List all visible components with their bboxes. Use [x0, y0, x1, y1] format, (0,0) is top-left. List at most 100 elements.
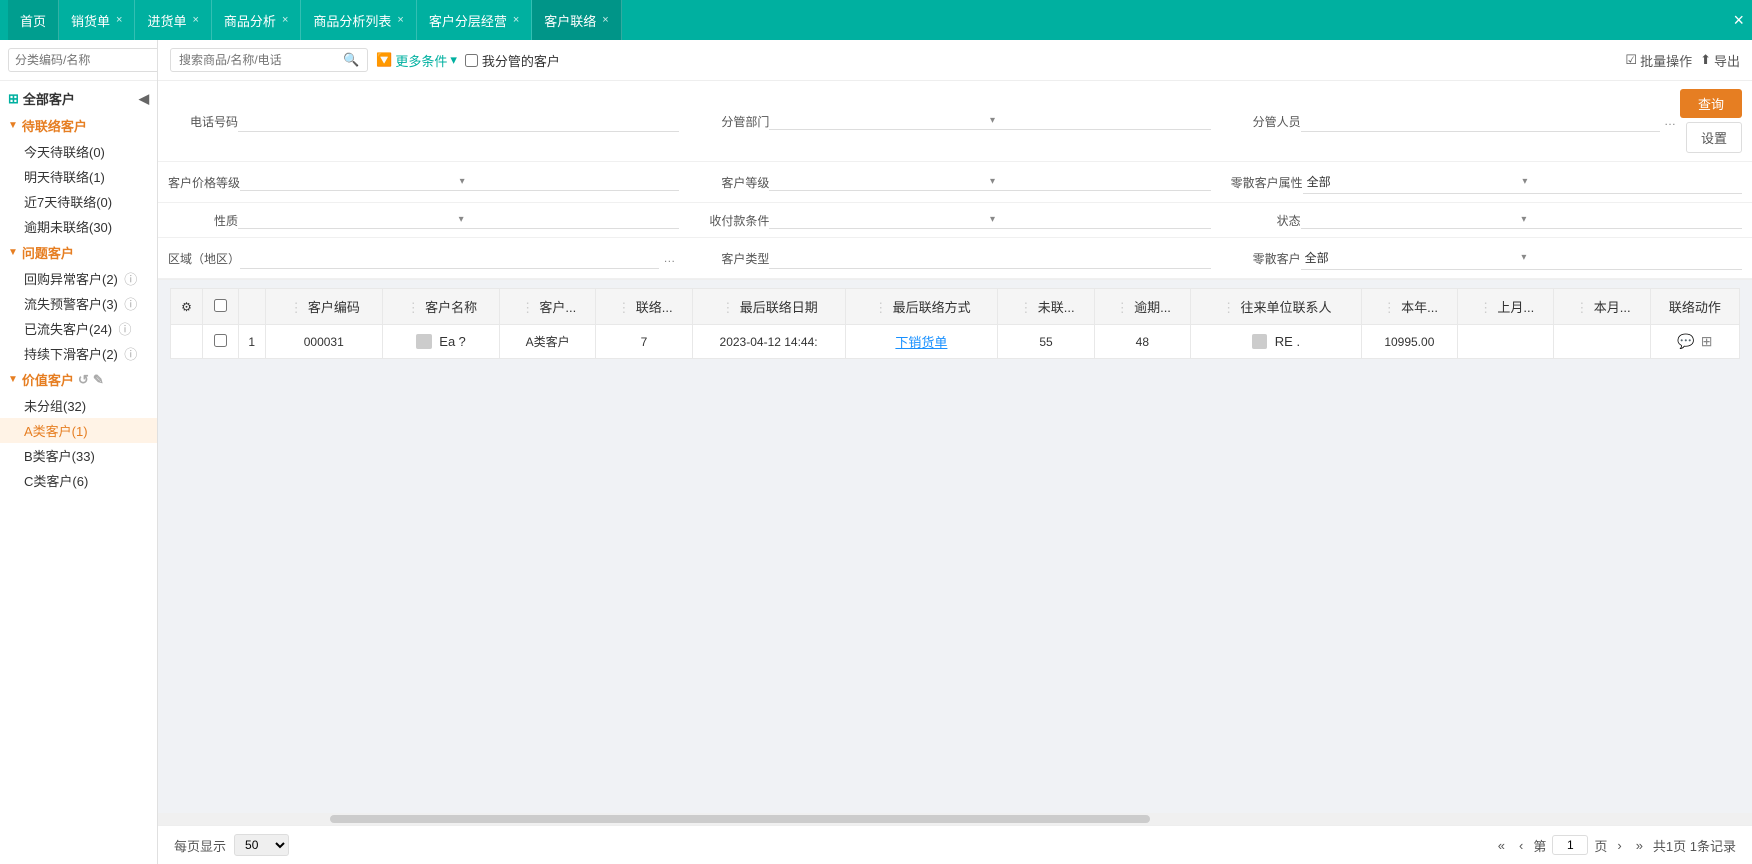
batch-operation-btn[interactable]: ☑ 批量操作	[1625, 51, 1692, 70]
sidebar-search-input[interactable]	[8, 48, 158, 72]
td-type: A类客户	[500, 325, 596, 359]
first-page-btn[interactable]: «	[1494, 836, 1509, 855]
th-name[interactable]: ⋮ 客户名称	[382, 289, 499, 325]
set-button[interactable]: 设置	[1686, 122, 1742, 153]
th-this-year[interactable]: ⋮ 本年...	[1361, 289, 1457, 325]
sidebar-item-7days-contact[interactable]: 近7天待联络(0)	[0, 189, 157, 214]
per-page-label: 每页显示	[174, 836, 226, 855]
filter-more-conditions[interactable]: 🔽 更多条件 ▾	[376, 51, 457, 70]
nav-tab-sales[interactable]: 销货单 ×	[59, 0, 135, 40]
sidebar-item-tomorrow-contact[interactable]: 明天待联络(1)	[0, 164, 157, 189]
nav-tab-customer-contact[interactable]: 客户联络 ×	[532, 0, 621, 40]
sidebar-item-unclassified[interactable]: 未分组(32)	[0, 393, 157, 418]
th-contact[interactable]: ⋮ 联络...	[596, 289, 692, 325]
close-sales-tab[interactable]: ×	[116, 14, 122, 26]
filter-input-manager[interactable]	[1301, 111, 1660, 132]
filter-select-status[interactable]: ▾	[1301, 211, 1742, 229]
refresh-icon[interactable]: ↺	[78, 372, 89, 388]
th-settings[interactable]: ⚙	[171, 289, 203, 325]
filter-select-retail-customer[interactable]: 全部 ▾	[1301, 246, 1742, 270]
th-last-month[interactable]: ⋮ 上月...	[1458, 289, 1554, 325]
chat-action-icon[interactable]: 💬	[1677, 333, 1694, 350]
total-info: 共1页 1条记录	[1653, 836, 1736, 855]
filter-select-customer-level[interactable]: ▾	[769, 173, 1210, 191]
my-customer-checkbox[interactable]	[465, 54, 478, 67]
chevron-down-retail-customer: ▾	[1521, 252, 1738, 263]
filter-cell-retail-customer: 零散客户 全部 ▾	[1221, 238, 1752, 279]
export-btn[interactable]: ⬆ 导出	[1700, 51, 1740, 70]
last-page-btn[interactable]: »	[1632, 836, 1647, 855]
th-overdue[interactable]: ⋮ 逾期...	[1094, 289, 1190, 325]
th-type[interactable]: ⋮ 客户...	[500, 289, 596, 325]
per-page-select[interactable]: 50 100 200	[234, 834, 289, 856]
td-no-contact: 55	[998, 325, 1094, 359]
filter-cell-price-level: 客户价格等级 ▾	[158, 162, 689, 203]
sidebar-item-today-contact[interactable]: 今天待联络(0)	[0, 139, 157, 164]
my-customer-checkbox-label[interactable]: 我分管的客户	[465, 51, 560, 70]
page-input[interactable]	[1552, 835, 1588, 855]
close-customer-contact-tab[interactable]: ×	[602, 14, 608, 26]
query-button[interactable]: 查询	[1680, 89, 1742, 118]
sidebar-group-value[interactable]: ▼ 价值客户 ↺ ✎	[0, 366, 157, 393]
filter-search-icon[interactable]: 🔍	[343, 52, 359, 68]
last-method-link[interactable]: 下销货单	[895, 335, 947, 350]
sidebar-item-lost-customer[interactable]: 已流失客户(24) ⓘ	[0, 316, 157, 341]
sidebar-item-b-class[interactable]: B类客户(33)	[0, 443, 157, 468]
filter-select-price-level[interactable]: ▾	[240, 173, 679, 191]
th-code[interactable]: ⋮ 客户编码	[265, 289, 382, 325]
filter-input-region[interactable]	[240, 248, 659, 269]
sidebar-group-pending[interactable]: ▼ 待联络客户	[0, 112, 157, 139]
close-purchase-tab[interactable]: ×	[192, 14, 198, 26]
sidebar-item-c-class[interactable]: C类客户(6)	[0, 468, 157, 493]
nav-tab-goods-list[interactable]: 商品分析列表 ×	[301, 0, 416, 40]
prev-page-btn[interactable]: ‹	[1515, 836, 1527, 855]
td-checkbox	[203, 325, 239, 359]
filter-search-input[interactable]	[179, 53, 339, 67]
th-unit-contact[interactable]: ⋮ 往来单位联系人	[1191, 289, 1362, 325]
sidebar-item-a-class[interactable]: A类客户(1)	[0, 418, 157, 443]
nav-tab-purchase[interactable]: 进货单 ×	[135, 0, 211, 40]
scroll-thumb[interactable]	[330, 815, 1150, 823]
close-goods-analysis-tab[interactable]: ×	[282, 14, 288, 26]
horizontal-scrollbar[interactable]	[158, 813, 1752, 825]
nav-tab-home[interactable]: 首页	[8, 0, 59, 40]
sidebar-group-problem[interactable]: ▼ 问题客户	[0, 239, 157, 266]
filter-input-phone[interactable]	[238, 111, 679, 132]
filter-cell-dept: 分管部门 ▾	[689, 81, 1220, 162]
filter-input-customer-type[interactable]	[769, 248, 1210, 269]
close-goods-list-tab[interactable]: ×	[397, 14, 403, 26]
select-all-checkbox[interactable]	[214, 299, 227, 312]
filter-select-nature[interactable]: ▾	[238, 211, 679, 229]
dots-manager[interactable]: …	[1660, 114, 1680, 128]
filter-cell-phone: 电话号码	[158, 81, 689, 162]
edit-icon[interactable]: ✎	[93, 372, 104, 388]
filter-select-retail-attr[interactable]: 全部 ▾	[1303, 170, 1742, 194]
close-all-tabs[interactable]: ×	[1733, 10, 1744, 31]
sidebar-all-customers[interactable]: ⊞ 全部客户 ◀	[0, 81, 157, 112]
th-this-month[interactable]: ⋮ 本月...	[1554, 289, 1650, 325]
dots-region[interactable]: …	[659, 251, 679, 265]
filter-bar: 🔍 🔽 更多条件 ▾ 我分管的客户 ☑ 批量操作 ⬆ 导出	[158, 40, 1752, 81]
filter-label-manager: 分管人员	[1231, 113, 1301, 130]
nav-tab-customer-layer[interactable]: 客户分层经营 ×	[417, 0, 532, 40]
sidebar-item-overdue-contact[interactable]: 逾期未联络(30)	[0, 214, 157, 239]
col-resize-name: ⋮	[407, 300, 420, 315]
row-checkbox[interactable]	[214, 334, 227, 347]
nav-tab-goods-analysis[interactable]: 商品分析 ×	[212, 0, 301, 40]
close-customer-layer-tab[interactable]: ×	[513, 14, 519, 26]
th-last-method[interactable]: ⋮ 最后联络方式	[845, 289, 998, 325]
next-page-btn[interactable]: ›	[1613, 836, 1625, 855]
filter-select-payment[interactable]: ▾	[769, 211, 1210, 229]
sidebar-item-declining-customer[interactable]: 持续下滑客户(2) ⓘ	[0, 341, 157, 366]
filter-select-dept[interactable]: ▾	[769, 112, 1210, 130]
sidebar-item-repurchase-abnormal[interactable]: 回购异常客户(2) ⓘ	[0, 266, 157, 291]
pagination: « ‹ 第 页 › » 共1页 1条记录	[1494, 835, 1736, 855]
row-action-group: 💬 ⊞	[1657, 333, 1733, 350]
th-no-contact[interactable]: ⋮ 未联...	[998, 289, 1094, 325]
col-resize-method: ⋮	[874, 300, 887, 315]
sidebar-item-loss-warning[interactable]: 流失预警客户(3) ⓘ	[0, 291, 157, 316]
th-last-date[interactable]: ⋮ 最后联络日期	[692, 289, 845, 325]
sidebar-collapse-icon[interactable]: ◀	[139, 91, 149, 107]
qr-action-icon[interactable]: ⊞	[1701, 333, 1713, 350]
filter-cell-retail-attr: 零散客户属性 全部 ▾	[1221, 162, 1752, 203]
